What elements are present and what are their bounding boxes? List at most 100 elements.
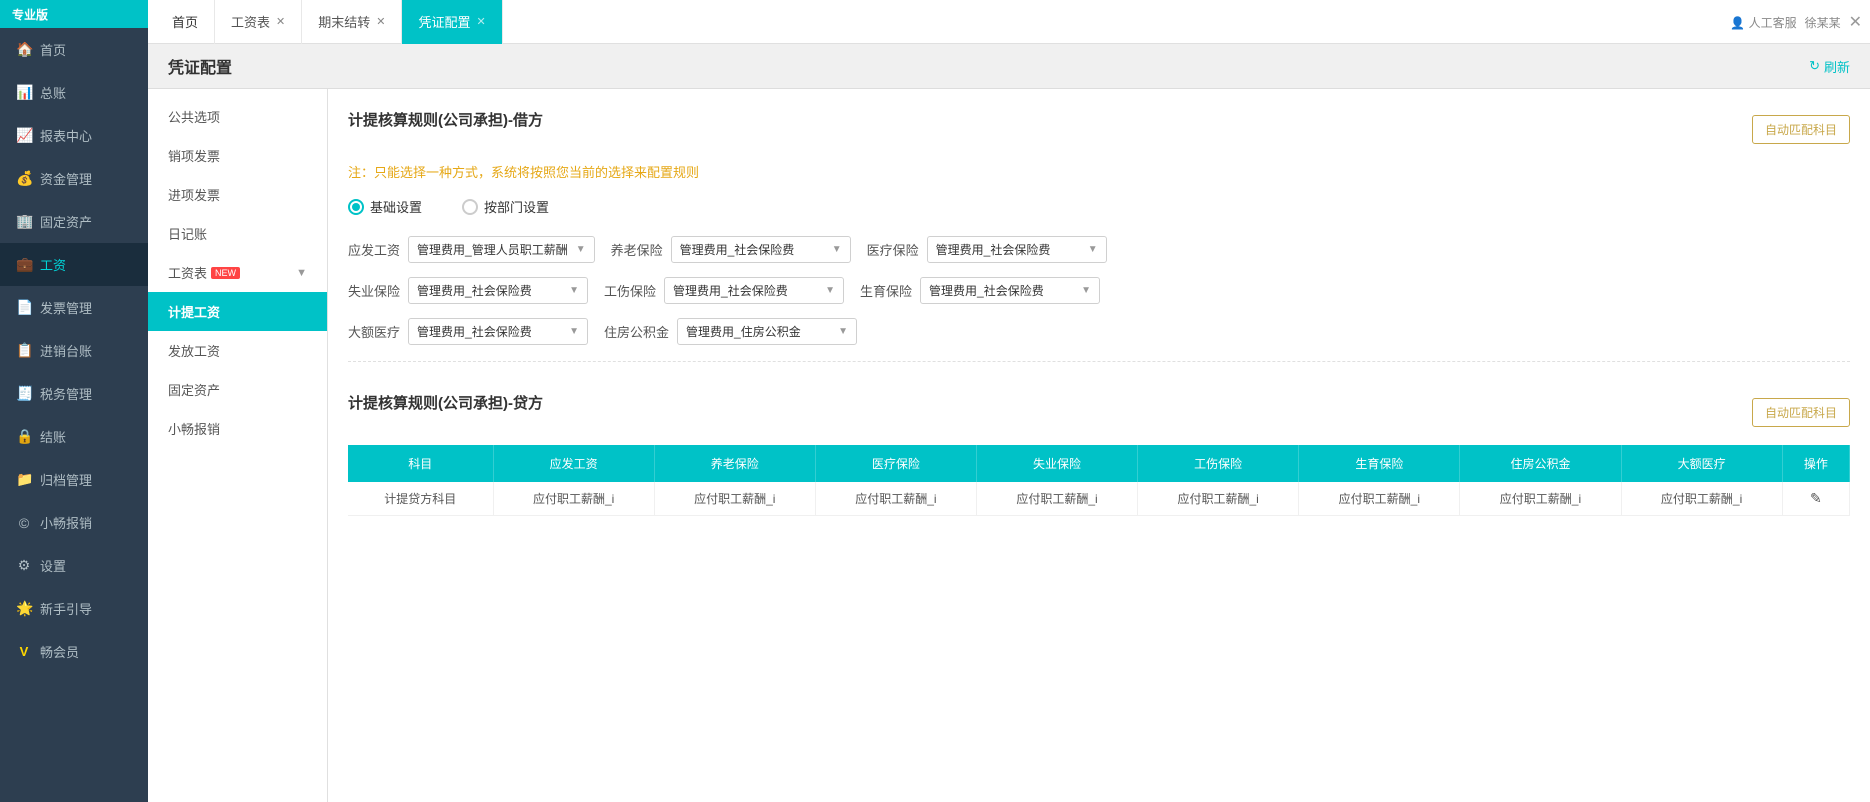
select-work-injury[interactable]: 管理费用_社会保险费 ▼ — [664, 277, 844, 304]
chevron-down-icon-5: ▼ — [825, 285, 835, 296]
radio-department-setting[interactable]: 按部门设置 — [462, 197, 549, 216]
tab-period-close[interactable]: 期末结转 ✕ — [302, 0, 402, 44]
select-medical[interactable]: 管理费用_社会保险费 ▼ — [927, 236, 1107, 263]
guide-icon: 🌟 — [16, 600, 32, 617]
select-maternity[interactable]: 管理费用_社会保险费 ▼ — [920, 277, 1100, 304]
sidebar-label-general-ledger: 总账 — [40, 83, 66, 102]
select-salary[interactable]: 管理费用_管理人员职工薪酬 ▼ — [408, 236, 595, 263]
left-menu: 公共选项 销项发票 进项发票 日记账 工资表 NEW ▼ 计提工资 发放工资 固… — [148, 89, 328, 802]
sidebar-label-tax: 税务管理 — [40, 384, 92, 403]
sidebar-item-salary[interactable]: 💼 工资 — [0, 243, 148, 286]
topbar-right: 👤 人工客服 徐某某 ✕ — [1730, 0, 1862, 44]
expand-arrow: ▼ — [296, 267, 307, 279]
debit-form-row-1: 应发工资 管理费用_管理人员职工薪酬 ▼ 养老保险 管理费用_社会保险费 ▼ — [348, 236, 1850, 263]
sidebar-item-settings[interactable]: ⚙ 设置 — [0, 544, 148, 587]
left-menu-fixed-assets[interactable]: 固定资产 — [148, 370, 327, 409]
window-close[interactable]: ✕ — [1849, 12, 1862, 32]
purchase-sales-icon: 📋 — [16, 342, 32, 359]
left-menu-payroll-table[interactable]: 工资表 NEW ▼ — [148, 253, 327, 292]
cell-action[interactable]: ✎ — [1782, 482, 1849, 516]
refresh-button[interactable]: ↻ 刷新 — [1809, 57, 1850, 76]
debit-auto-match-button[interactable]: 自动匹配科目 — [1752, 115, 1850, 144]
label-medical: 医疗保险 — [867, 240, 919, 259]
home-icon: 🏠 — [16, 41, 32, 58]
select-unemployment[interactable]: 管理费用_社会保险费 ▼ — [408, 277, 588, 304]
sidebar-label-invoice: 发票管理 — [40, 298, 92, 317]
left-menu-sales-invoice[interactable]: 销项发票 — [148, 136, 327, 175]
sidebar-label-fund: 资金管理 — [40, 169, 92, 188]
radio-basic-setting[interactable]: 基础设置 — [348, 197, 422, 216]
radio-dept-circle — [462, 199, 478, 215]
sidebar-label-home: 首页 — [40, 40, 66, 59]
sidebar: 专业版 🏠 首页 📊 总账 📈 报表中心 💰 资金管理 🏢 固定资产 💼 工资 … — [0, 0, 148, 802]
label-maternity: 生育保险 — [860, 281, 912, 300]
report-icon: 📈 — [16, 127, 32, 144]
select-major-medical[interactable]: 管理费用_社会保险费 ▼ — [408, 318, 588, 345]
sidebar-item-fixed-assets[interactable]: 🏢 固定资产 — [0, 200, 148, 243]
sidebar-item-close[interactable]: 🔒 结账 — [0, 415, 148, 458]
left-menu-xiaochang-expense[interactable]: 小畅报销 — [148, 409, 327, 448]
th-pension: 养老保险 — [654, 445, 815, 482]
sidebar-label-report-center: 报表中心 — [40, 126, 92, 145]
sidebar-item-member[interactable]: V 畅会员 — [0, 630, 148, 673]
debit-section-title: 计提核算规则(公司承担)-借方 — [348, 109, 543, 138]
cell-medical: 应付职工薪酬_i — [815, 482, 976, 516]
tax-icon: 🧾 — [16, 385, 32, 402]
edit-icon[interactable]: ✎ — [1810, 490, 1822, 506]
cell-work-injury: 应付职工薪酬_i — [1138, 482, 1299, 516]
select-housing-fund[interactable]: 管理费用_住房公积金 ▼ — [677, 318, 857, 345]
field-salary: 应发工资 管理费用_管理人员职工薪酬 ▼ — [348, 236, 595, 263]
main-area: 首页 工资表 ✕ 期末结转 ✕ 凭证配置 ✕ 👤 人工客服 徐某某 ✕ 凭证配置… — [148, 0, 1870, 802]
left-menu-journal[interactable]: 日记账 — [148, 214, 327, 253]
select-medical-value: 管理费用_社会保险费 — [936, 241, 1051, 258]
sidebar-item-xiaochang[interactable]: © 小畅报销 — [0, 501, 148, 544]
credit-section-header: 计提核算规则(公司承担)-贷方 自动匹配科目 — [348, 392, 1850, 433]
sidebar-item-archive[interactable]: 📁 归档管理 — [0, 458, 148, 501]
debit-section-header: 计提核算规则(公司承担)-借方 自动匹配科目 — [348, 109, 1850, 150]
sidebar-item-general-ledger[interactable]: 📊 总账 — [0, 71, 148, 114]
select-pension[interactable]: 管理费用_社会保险费 ▼ — [671, 236, 851, 263]
left-menu-public[interactable]: 公共选项 — [148, 97, 327, 136]
cell-housing-fund: 应付职工薪酬_i — [1460, 482, 1621, 516]
tab-voucher-config[interactable]: 凭证配置 ✕ — [402, 0, 502, 44]
sidebar-label-member: 畅会员 — [40, 642, 79, 661]
tab-period-close-label: 期末结转 — [318, 12, 370, 31]
left-menu-purchase-invoice[interactable]: 进项发票 — [148, 175, 327, 214]
debit-note: 注：只能选择一种方式，系统将按照您当前的选择来配置规则 — [348, 162, 1850, 181]
sidebar-item-invoice[interactable]: 📄 发票管理 — [0, 286, 148, 329]
cell-maternity: 应付职工薪酬_i — [1299, 482, 1460, 516]
chevron-down-icon: ▼ — [576, 244, 586, 255]
label-pension: 养老保险 — [611, 240, 663, 259]
sidebar-item-guide[interactable]: 🌟 新手引导 — [0, 587, 148, 630]
select-salary-value: 管理费用_管理人员职工薪酬 — [417, 241, 568, 258]
sidebar-item-home[interactable]: 🏠 首页 — [0, 28, 148, 71]
field-work-injury: 工伤保险 管理费用_社会保险费 ▼ — [604, 277, 844, 304]
left-menu-accrual-salary[interactable]: 计提工资 — [148, 292, 327, 331]
credit-auto-match-button[interactable]: 自动匹配科目 — [1752, 398, 1850, 427]
ledger-icon: 📊 — [16, 84, 32, 101]
user-info: 👤 人工客服 — [1730, 14, 1796, 31]
credit-table: 科目 应发工资 养老保险 医疗保险 失业保险 工伤保险 生育保险 住房公积金 大… — [348, 445, 1850, 516]
tab-payroll[interactable]: 工资表 ✕ — [215, 0, 302, 44]
sidebar-label-salary: 工资 — [40, 255, 66, 274]
sidebar-label-settings: 设置 — [40, 556, 66, 575]
tab-payroll-close[interactable]: ✕ — [276, 15, 285, 28]
tab-home[interactable]: 首页 — [156, 0, 215, 44]
sidebar-item-tax[interactable]: 🧾 税务管理 — [0, 372, 148, 415]
sidebar-label-fixed-assets: 固定资产 — [40, 212, 92, 231]
select-maternity-value: 管理费用_社会保险费 — [929, 282, 1044, 299]
sidebar-item-fund-management[interactable]: 💰 资金管理 — [0, 157, 148, 200]
sidebar-item-report-center[interactable]: 📈 报表中心 — [0, 114, 148, 157]
label-salary: 应发工资 — [348, 240, 400, 259]
chevron-down-icon-6: ▼ — [1081, 285, 1091, 296]
page-title: 凭证配置 — [168, 54, 232, 78]
field-maternity: 生育保险 管理费用_社会保险费 ▼ — [860, 277, 1100, 304]
debit-form-row-2: 失业保险 管理费用_社会保险费 ▼ 工伤保险 管理费用_社会保险费 ▼ — [348, 277, 1850, 304]
sidebar-label-purchase-sales: 进销台账 — [40, 341, 92, 360]
sidebar-item-purchase-sales[interactable]: 📋 进销台账 — [0, 329, 148, 372]
select-major-medical-value: 管理费用_社会保险费 — [417, 323, 532, 340]
tab-period-close-close[interactable]: ✕ — [376, 15, 385, 28]
left-menu-pay-salary[interactable]: 发放工资 — [148, 331, 327, 370]
tab-voucher-config-close[interactable]: ✕ — [477, 15, 486, 28]
app-logo: 专业版 — [0, 0, 148, 28]
